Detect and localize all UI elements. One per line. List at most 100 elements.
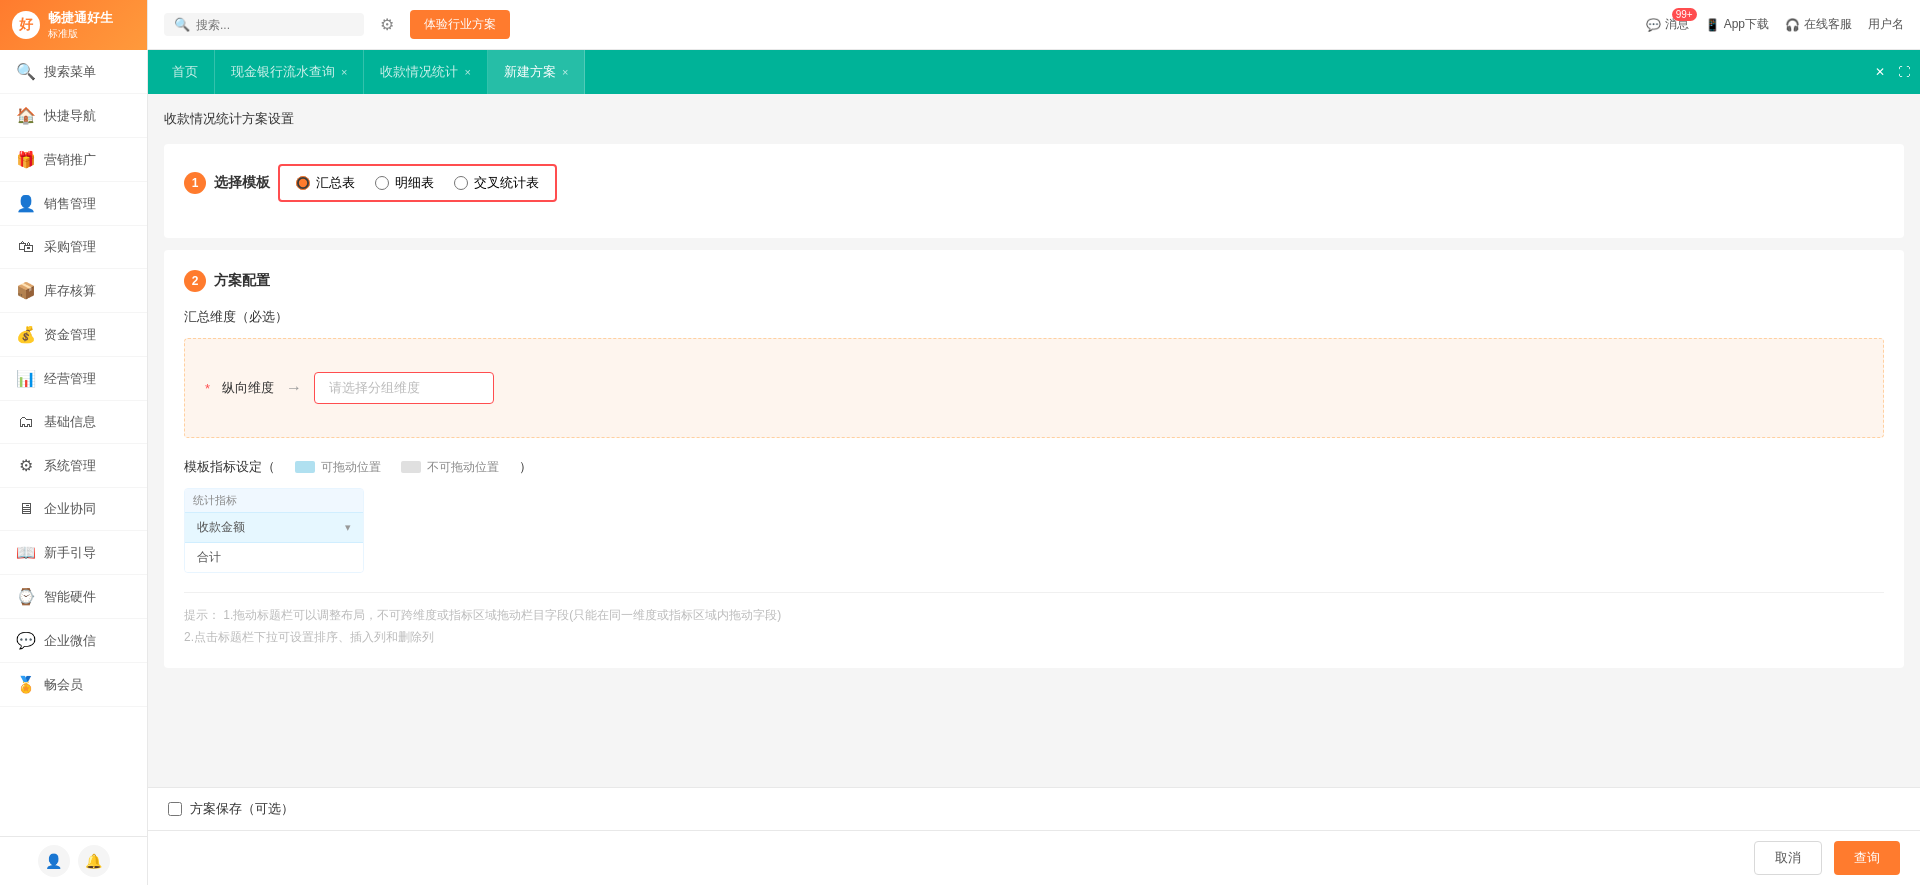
tab-close-receipt_stats[interactable]: × (464, 66, 470, 78)
step1-header: 1 选择模板 汇总表 明细表 交叉统计表 (184, 164, 1884, 202)
dimension-arrow-icon: → (286, 379, 302, 397)
tab-receipt_stats[interactable]: 收款情况统计 × (364, 50, 487, 94)
maximize-window-icon[interactable]: ⛶ (1896, 64, 1912, 80)
sidebar-item-member[interactable]: 🏅畅会员 (0, 663, 147, 707)
radio-detail-label: 明细表 (395, 174, 434, 192)
logo-text: 畅捷通好生 标准版 (48, 9, 113, 41)
sidebar-item-label-sales: 销售管理 (44, 195, 96, 213)
topbar-actions: 💬 消息 99+ 📱 App下载 🎧 在线客服 用户名 (1646, 16, 1904, 33)
required-mark: * (205, 381, 210, 396)
close-window-icon[interactable]: ✕ (1872, 64, 1888, 80)
page-title: 收款情况统计方案设置 (164, 110, 1904, 128)
sidebar-item-finance[interactable]: 💰资金管理 (0, 313, 147, 357)
inventory-icon: 📦 (16, 281, 36, 300)
sidebar-footer-notification[interactable]: 🔔 (78, 845, 110, 877)
dimension-row: * 纵向维度 → 请选择分组维度 (205, 372, 494, 404)
sidebar-item-label-quicknav: 快捷导航 (44, 107, 96, 125)
settings-icon[interactable]: ⚙ (380, 15, 394, 34)
sidebar-item-purchase[interactable]: 🛍采购管理 (0, 226, 147, 269)
sidebar-item-marketing[interactable]: 🎁营销推广 (0, 138, 147, 182)
sidebar-item-guide[interactable]: 📖新手引导 (0, 531, 147, 575)
tab-close-new_plan[interactable]: × (562, 66, 568, 78)
marketing-icon: 🎁 (16, 150, 36, 169)
sidebar-item-enterprise[interactable]: 🖥 企业协同 (0, 488, 147, 531)
dimension-title: 汇总维度（必选） (184, 308, 1884, 326)
step1-section: 1 选择模板 汇总表 明细表 交叉统计表 (164, 144, 1904, 238)
logo-icon: 好 (12, 11, 40, 39)
sidebar-item-wechat[interactable]: 💬企业微信 (0, 619, 147, 663)
sidebar-item-inventory[interactable]: 📦 库存核算 (0, 269, 147, 313)
app-download-action[interactable]: 📱 App下载 (1705, 16, 1769, 33)
radio-detail[interactable]: 明细表 (375, 174, 434, 192)
tab-label-cashflow: 现金银行流水查询 (231, 63, 335, 81)
sidebar-item-label-operations: 经营管理 (44, 370, 96, 388)
tab-label-receipt_stats: 收款情况统计 (380, 63, 458, 81)
tab-label-home: 首页 (172, 63, 198, 81)
message-action[interactable]: 💬 消息 99+ (1646, 16, 1689, 33)
sidebar-logo: 好 畅捷通好生 标准版 (0, 0, 147, 50)
app-icon: 📱 (1705, 18, 1720, 32)
tip-line: 提示： 1.拖动标题栏可以调整布局，不可跨维度或指标区域拖动栏目字段(只能在同一… (184, 605, 1884, 627)
search-input[interactable] (196, 18, 336, 32)
search-bar[interactable]: 🔍 (164, 13, 364, 36)
sidebar-nav: 🔍搜索菜单 🏠 快捷导航 🎁营销推广👤销售管理🛍采购管理 📦 库存核算 💰资金管理 📊 经营管理… (0, 50, 147, 836)
trial-button[interactable]: 体验行业方案 (410, 10, 510, 39)
hardware-icon: ⌚ (16, 587, 36, 606)
main-area: 🔍 ⚙ 体验行业方案 💬 消息 99+ 📱 App下载 🎧 在线客服 用户名 (148, 0, 1920, 885)
sidebar-item-label-enterprise: 企业协同 (44, 500, 96, 518)
sidebar-item-quicknav[interactable]: 🏠 快捷导航 (0, 94, 147, 138)
radio-detail-input[interactable] (375, 176, 389, 190)
draggable-color-swatch (295, 461, 315, 473)
radio-summary-input[interactable] (296, 176, 310, 190)
tabbar: 首页现金银行流水查询×收款情况统计×新建方案× ✕ ⛶ (148, 50, 1920, 94)
quicknav-icon: 🏠 (16, 106, 36, 125)
sidebar-item-label-inventory: 库存核算 (44, 282, 96, 300)
sidebar-item-system[interactable]: ⚙系统管理 (0, 444, 147, 488)
operations-icon: 📊 (16, 369, 36, 388)
radio-cross-label: 交叉统计表 (474, 174, 539, 192)
save-option-checkbox[interactable] (168, 802, 182, 816)
tips-section: 提示： 1.拖动标题栏可以调整布局，不可跨维度或指标区域拖动栏目字段(只能在同一… (184, 592, 1884, 648)
draggable-legend: 可拖动位置 (295, 459, 381, 476)
step2-section: 2 方案配置 汇总维度（必选） * 纵向维度 → 请选择分组维度 (164, 250, 1904, 668)
sidebar-item-sales[interactable]: 👤销售管理 (0, 182, 147, 226)
metrics-dropdown-icon[interactable]: ▾ (345, 521, 351, 534)
save-option-bar: 方案保存（可选） (148, 787, 1920, 830)
search-icon: 🔍 (16, 62, 36, 81)
metrics-config-title: 模板指标设定（ (184, 458, 275, 476)
radio-cross-input[interactable] (454, 176, 468, 190)
window-controls: ✕ ⛶ (1872, 64, 1912, 80)
sidebar-footer-user[interactable]: 👤 (38, 845, 70, 877)
metrics-table: 统计指标 收款金额 ▾ 合计 (184, 488, 364, 573)
fixed-color-swatch (401, 461, 421, 473)
tab-new_plan[interactable]: 新建方案× (488, 50, 585, 94)
radio-cross[interactable]: 交叉统计表 (454, 174, 539, 192)
tab-home[interactable]: 首页 (156, 50, 215, 94)
sidebar-item-search[interactable]: 🔍搜索菜单 (0, 50, 147, 94)
dimension-select[interactable]: 请选择分组维度 (314, 372, 494, 404)
sidebar-item-label-basic: 基础信息 (44, 413, 96, 431)
member-icon: 🏅 (16, 675, 36, 694)
sidebar-item-basic[interactable]: 🗂基础信息 (0, 401, 147, 444)
finance-icon: 💰 (16, 325, 36, 344)
metrics-config: 模板指标设定（ 可拖动位置 不可拖动位置 ） 统计指标 (184, 458, 1884, 576)
sidebar-footer: 👤 🔔 (0, 836, 147, 885)
cancel-button[interactable]: 取消 (1754, 841, 1822, 875)
tab-cashflow[interactable]: 现金银行流水查询 × (215, 50, 364, 94)
search-icon: 🔍 (174, 17, 190, 32)
tip-line: 2.点击标题栏下拉可设置排序、插入列和删除列 (184, 627, 1884, 649)
tab-close-cashflow[interactable]: × (341, 66, 347, 78)
step2-title: 方案配置 (214, 272, 270, 290)
wechat-icon: 💬 (16, 631, 36, 650)
message-badge: 99+ (1672, 8, 1697, 21)
online-service-action[interactable]: 🎧 在线客服 (1785, 16, 1852, 33)
enterprise-icon: 🖥 (16, 500, 36, 518)
sidebar-item-operations[interactable]: 📊 经营管理 (0, 357, 147, 401)
metrics-stats-label: 统计指标 (185, 489, 363, 513)
sidebar-item-hardware[interactable]: ⌚智能硬件 (0, 575, 147, 619)
query-button[interactable]: 查询 (1834, 841, 1900, 875)
sidebar: 好 畅捷通好生 标准版 🔍搜索菜单🏠快捷导航🎁营销推广👤销售管理🛍采购管理📦库存… (0, 0, 148, 885)
radio-summary[interactable]: 汇总表 (296, 174, 355, 192)
metrics-table-header[interactable]: 收款金额 ▾ (185, 513, 363, 543)
save-option-label: 方案保存（可选） (190, 800, 294, 818)
